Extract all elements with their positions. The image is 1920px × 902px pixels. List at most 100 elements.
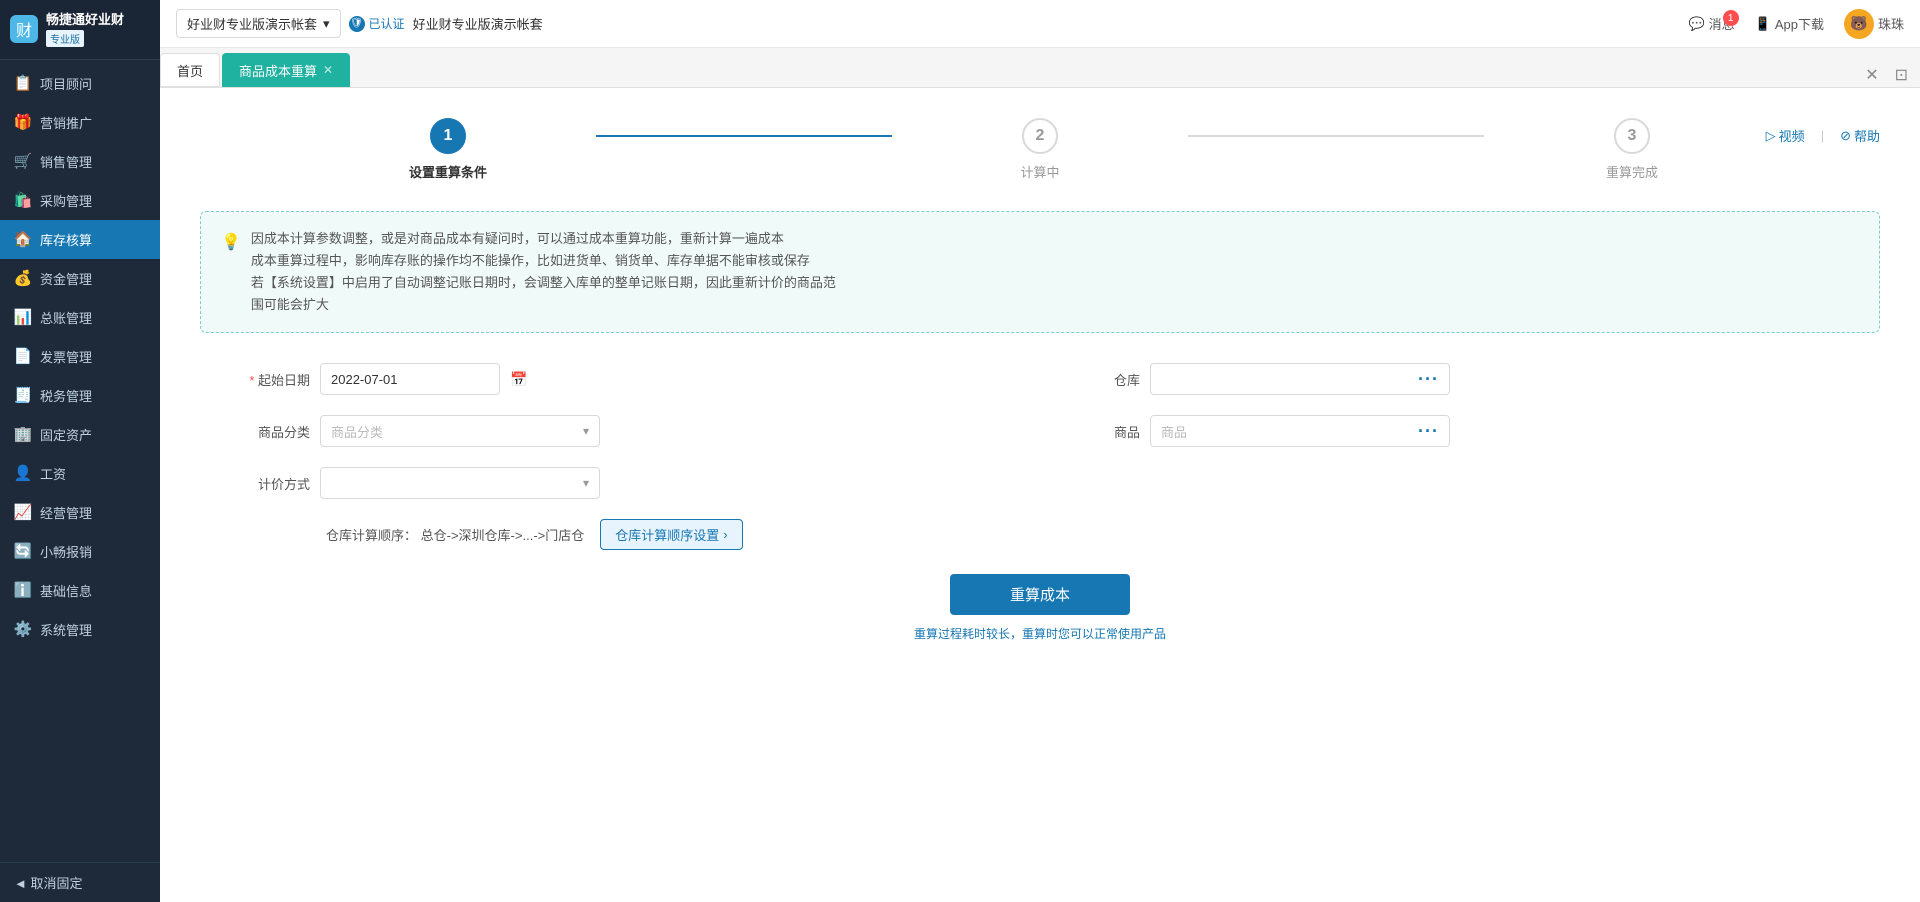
category-select[interactable]: 商品分类 ▾ bbox=[320, 415, 600, 447]
stepper: 1 设置重算条件 2 计算中 3 重算完成 ▷ 视频 | ⊘ bbox=[200, 118, 1880, 181]
maximize-icon[interactable]: ⊡ bbox=[1891, 63, 1912, 87]
project-icon: 📋 bbox=[14, 74, 32, 92]
sidebar-item-invoice[interactable]: 📄 发票管理 bbox=[0, 337, 160, 376]
user-menu-button[interactable]: 🐻 珠珠 bbox=[1844, 9, 1904, 39]
step-2-circle: 2 bbox=[1022, 118, 1058, 154]
sidebar-item-assets[interactable]: 🏢 固定资产 bbox=[0, 415, 160, 454]
chevron-down-icon: ▾ bbox=[583, 424, 589, 438]
sidebar: 财 畅捷通好业财 专业版 📋 项目顾问 🎁 营销推广 🛒 销售管理 🛍️ 采购管… bbox=[0, 0, 160, 902]
chevron-down-icon: ▾ bbox=[583, 476, 589, 490]
expense-icon: 🔄 bbox=[14, 542, 32, 560]
calendar-icon[interactable]: 📅 bbox=[510, 371, 527, 388]
sidebar-item-label: 总账管理 bbox=[40, 308, 92, 327]
submit-hint: 重算过程耗时较长，重算时您可以正常使用产品 bbox=[914, 625, 1166, 642]
chevron-down-icon: ▾ bbox=[323, 16, 330, 32]
app-name: 畅捷通好业财 bbox=[46, 12, 124, 28]
recalculate-button[interactable]: 重算成本 bbox=[950, 574, 1130, 615]
close-window-icon[interactable]: ✕ bbox=[1861, 63, 1882, 87]
accounting-icon: 📊 bbox=[14, 308, 32, 326]
sidebar-item-expense[interactable]: 🔄 小畅报销 bbox=[0, 532, 160, 571]
start-date-input[interactable] bbox=[320, 363, 500, 395]
product-dots-icon[interactable]: ··· bbox=[1418, 421, 1439, 442]
sidebar-item-finance[interactable]: 💰 资金管理 bbox=[0, 259, 160, 298]
topbar-right: 💬 消息 1 📱 App下载 🐻 珠珠 bbox=[1688, 9, 1904, 39]
hr-icon: 👤 bbox=[14, 464, 32, 482]
sidebar-item-label: 资金管理 bbox=[40, 269, 92, 288]
warehouse-order-settings-button[interactable]: 仓库计算顺序设置 › bbox=[600, 519, 742, 550]
user-name: 珠珠 bbox=[1878, 14, 1904, 33]
sidebar-item-sales[interactable]: 🛒 销售管理 bbox=[0, 142, 160, 181]
pricing-label: 计价方式 bbox=[240, 474, 310, 493]
tab-cost-recalc-label: 商品成本重算 bbox=[239, 61, 317, 80]
message-icon: 💬 bbox=[1688, 16, 1704, 32]
form-grid: 起始日期 📅 仓库 ··· 商品分类 商品分类 ▾ bbox=[200, 363, 1880, 499]
sidebar-item-label: 小畅报销 bbox=[40, 542, 92, 561]
assets-icon: 🏢 bbox=[14, 425, 32, 443]
step-3-label: 重算完成 bbox=[1606, 162, 1658, 181]
sidebar-item-inventory[interactable]: 🏠 库存核算 bbox=[0, 220, 160, 259]
tab-home[interactable]: 首页 bbox=[160, 53, 220, 87]
category-row: 商品分类 商品分类 ▾ bbox=[240, 415, 1010, 447]
sidebar-item-purchase[interactable]: 🛍️ 采购管理 bbox=[0, 181, 160, 220]
warehouse-order-text: 仓库计算顺序： 总仓->深圳仓库->...->门店仓 bbox=[326, 525, 584, 544]
sidebar-item-hr[interactable]: 👤 工资 bbox=[0, 454, 160, 493]
sidebar-item-system[interactable]: ⚙️ 系统管理 bbox=[0, 610, 160, 649]
step-1: 1 设置重算条件 bbox=[300, 118, 596, 181]
pricing-select[interactable]: ▾ bbox=[320, 467, 600, 499]
category-label: 商品分类 bbox=[240, 422, 310, 441]
sidebar-item-label: 经营管理 bbox=[40, 503, 92, 522]
tax-icon: 🧾 bbox=[14, 386, 32, 404]
sidebar-item-basic[interactable]: ℹ️ 基础信息 bbox=[0, 571, 160, 610]
step-3-circle: 3 bbox=[1614, 118, 1650, 154]
tab-cost-recalc[interactable]: 商品成本重算 ✕ bbox=[222, 53, 350, 87]
warehouse-dots-icon[interactable]: ··· bbox=[1418, 369, 1439, 390]
sidebar-item-label: 采购管理 bbox=[40, 191, 92, 210]
inventory-icon: 🏠 bbox=[14, 230, 32, 248]
tabbar: 首页 商品成本重算 ✕ ✕ ⊡ bbox=[160, 48, 1920, 88]
account-selector[interactable]: 好业财专业版演示帐套 ▾ bbox=[176, 9, 341, 38]
sidebar-item-label: 销售管理 bbox=[40, 152, 92, 171]
category-placeholder: 商品分类 bbox=[331, 422, 383, 441]
message-button[interactable]: 💬 消息 1 bbox=[1688, 14, 1734, 33]
warehouse-order-value: 总仓->深圳仓库->...->门店仓 bbox=[421, 528, 585, 543]
topbar-account-display: 好业财专业版演示帐套 bbox=[413, 14, 543, 33]
help-link[interactable]: ⊘ 帮助 bbox=[1840, 126, 1880, 145]
verified-badge: 🛡 已认证 bbox=[349, 15, 405, 32]
sidebar-logo: 财 畅捷通好业财 专业版 bbox=[0, 0, 160, 60]
app-download-label: App下载 bbox=[1775, 14, 1824, 33]
sidebar-item-label: 工资 bbox=[40, 464, 66, 483]
sidebar-unpin-button[interactable]: ◄ 取消固定 bbox=[0, 862, 160, 902]
warehouse-order-key: 仓库计算顺序： bbox=[326, 528, 417, 543]
avatar: 🐻 bbox=[1844, 9, 1874, 39]
sidebar-item-marketing[interactable]: 🎁 营销推广 bbox=[0, 103, 160, 142]
tab-close-icon[interactable]: ✕ bbox=[323, 63, 333, 77]
info-box: 💡 因成本计算参数调整，或是对商品成本有疑问时，可以通过成本重算功能，重新计算一… bbox=[200, 211, 1880, 333]
product-placeholder: 商品 bbox=[1161, 422, 1187, 441]
sidebar-item-accounting[interactable]: 📊 总账管理 bbox=[0, 298, 160, 337]
verified-label: 已认证 bbox=[369, 15, 405, 32]
step-2-label: 计算中 bbox=[1020, 162, 1059, 181]
warehouse-order-btn-label: 仓库计算顺序设置 bbox=[615, 525, 719, 544]
warehouse-row: 仓库 ··· bbox=[1070, 363, 1840, 395]
sidebar-item-operation[interactable]: 📈 经营管理 bbox=[0, 493, 160, 532]
warehouse-select[interactable]: ··· bbox=[1150, 363, 1450, 395]
tab-home-label: 首页 bbox=[177, 61, 203, 80]
sidebar-item-label: 项目顾问 bbox=[40, 74, 92, 93]
logo-icon: 财 bbox=[10, 15, 38, 43]
info-text: 因成本计算参数调整，或是对商品成本有疑问时，可以通过成本重算功能，重新计算一遍成… bbox=[251, 228, 836, 316]
sidebar-item-label: 系统管理 bbox=[40, 620, 92, 639]
warehouse-label: 仓库 bbox=[1070, 370, 1140, 389]
marketing-icon: 🎁 bbox=[14, 113, 32, 131]
topbar: 好业财专业版演示帐套 ▾ 🛡 已认证 好业财专业版演示帐套 💬 消息 1 📱 A… bbox=[160, 0, 1920, 48]
sidebar-item-tax[interactable]: 🧾 税务管理 bbox=[0, 376, 160, 415]
step-actions: ▷ 视频 | ⊘ 帮助 bbox=[1766, 126, 1880, 145]
sidebar-item-project[interactable]: 📋 项目顾问 bbox=[0, 64, 160, 103]
app-download-button[interactable]: 📱 App下载 bbox=[1755, 14, 1824, 33]
finance-icon: 💰 bbox=[14, 269, 32, 287]
account-name: 好业财专业版演示帐套 bbox=[187, 14, 317, 33]
product-select[interactable]: 商品 ··· bbox=[1150, 415, 1450, 447]
sidebar-item-label: 发票管理 bbox=[40, 347, 92, 366]
sales-icon: 🛒 bbox=[14, 152, 32, 170]
sidebar-item-label: 基础信息 bbox=[40, 581, 92, 600]
submit-area: 重算成本 重算过程耗时较长，重算时您可以正常使用产品 bbox=[200, 574, 1880, 642]
